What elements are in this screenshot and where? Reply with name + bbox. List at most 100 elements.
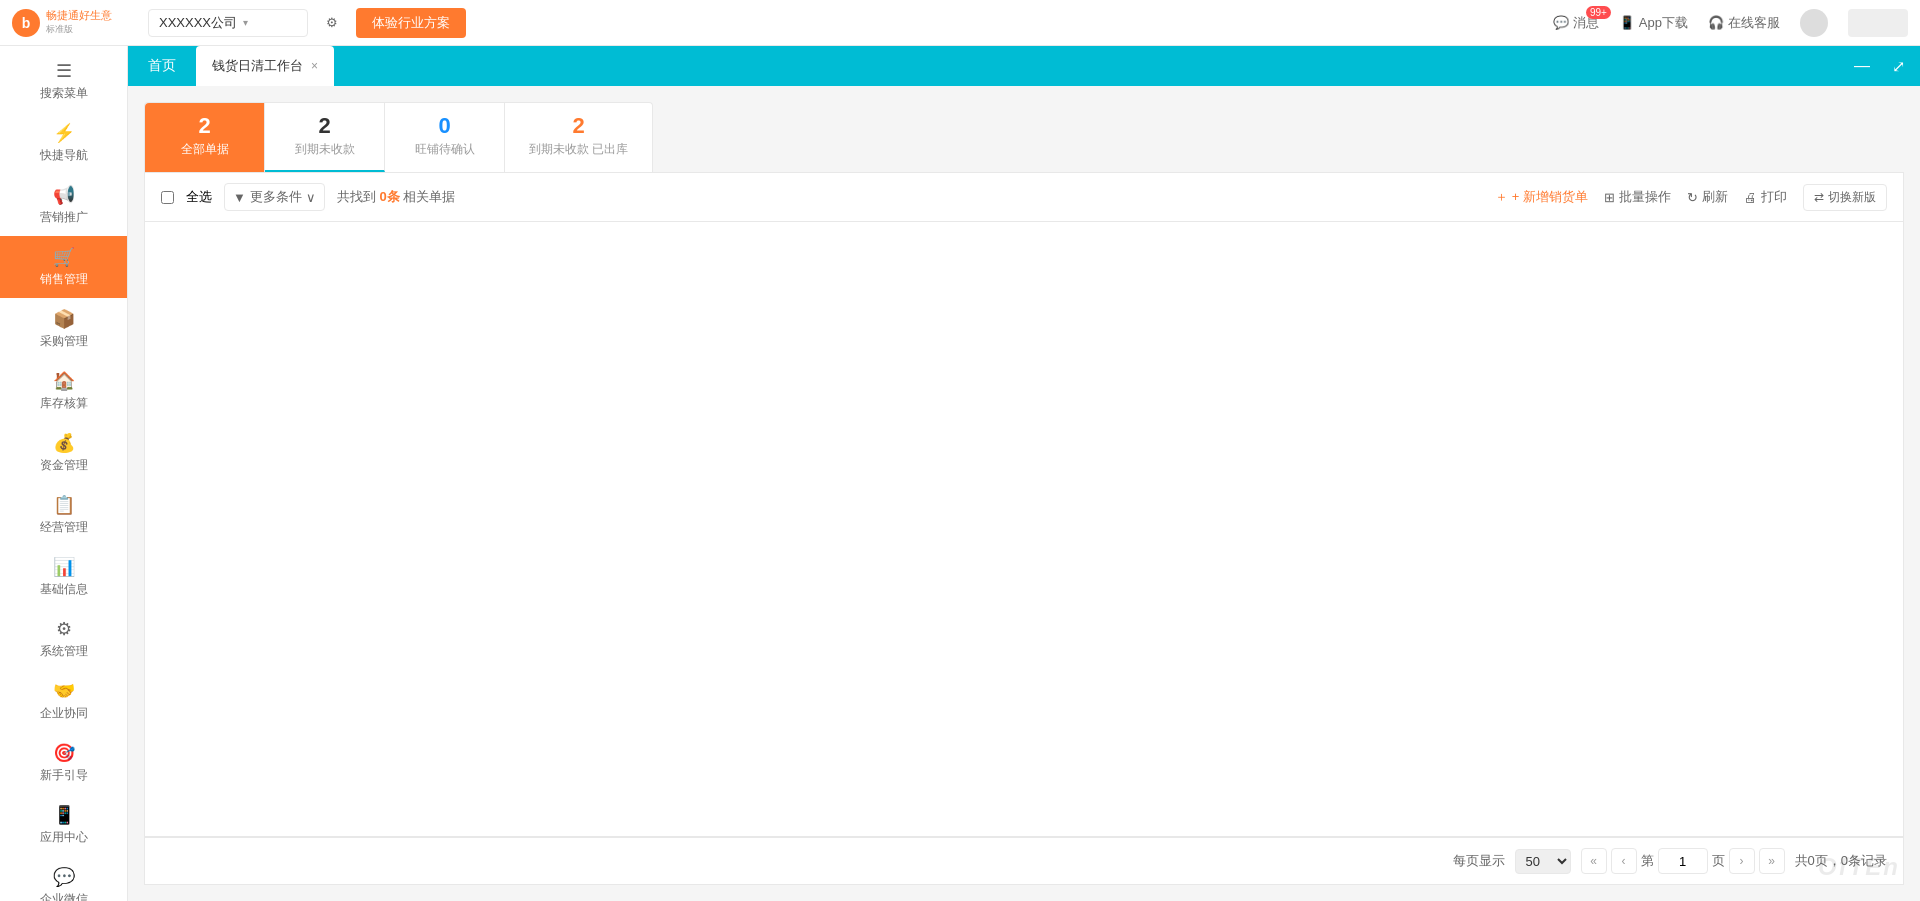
sales-icon: 🛒 <box>53 246 75 268</box>
sidebar-item-wechat[interactable]: 💬 企业微信 <box>0 856 127 901</box>
sidebar-label-app-center: 应用中心 <box>40 829 88 846</box>
add-icon: ＋ <box>1495 188 1508 206</box>
filter-button[interactable]: ▼ 更多条件 ∨ <box>224 183 325 211</box>
toolbar: 全选 ▼ 更多条件 ∨ 共找到 0条 相关单据 ＋ + 新增销货单 <box>144 172 1904 222</box>
logo-icon: b <box>12 9 40 37</box>
online-service-nav-item[interactable]: 🎧 在线客服 <box>1708 14 1780 32</box>
print-icon: 🖨 <box>1744 190 1757 205</box>
purchase-icon: 📦 <box>53 308 75 330</box>
sidebar: ☰ 搜索菜单 ⚡ 快捷导航 📢 营销推广 🛒 销售管理 📦 采购管理 🏠 库存核… <box>0 46 128 901</box>
marketing-icon: 📢 <box>53 184 75 206</box>
tab-home[interactable]: 首页 <box>128 46 196 86</box>
sidebar-item-base-info[interactable]: 📊 基础信息 <box>0 546 127 608</box>
top-navbar: b 畅捷通好生意 标准版 XXXXXX公司 ▾ ⚙ 体验行业方案 💬 消息 99… <box>0 0 1920 46</box>
tab-expand-button[interactable]: ⤢ <box>1884 52 1912 80</box>
message-icon: 💬 <box>1553 15 1569 30</box>
sidebar-item-search[interactable]: ☰ 搜索菜单 <box>0 50 127 112</box>
sidebar-label-sales: 销售管理 <box>40 271 88 288</box>
newbie-icon: 🎯 <box>53 742 75 764</box>
stat-label-overdue-shipped: 到期未收款 已出库 <box>529 141 628 158</box>
company-selector[interactable]: XXXXXX公司 ▾ <box>148 9 308 37</box>
stat-tab-overdue[interactable]: 2 到期未收款 <box>265 103 385 172</box>
sidebar-item-enterprise[interactable]: 🤝 企业协同 <box>0 670 127 732</box>
system-icon: ⚙ <box>56 618 72 640</box>
sidebar-item-sales[interactable]: 🛒 销售管理 <box>0 236 127 298</box>
refresh-button[interactable]: ↻ 刷新 <box>1687 188 1728 206</box>
message-nav-item[interactable]: 💬 消息 99+ <box>1553 14 1599 32</box>
dropdown-arrow-icon: ▾ <box>243 17 248 28</box>
main-layout: ☰ 搜索菜单 ⚡ 快捷导航 📢 营销推广 🛒 销售管理 📦 采购管理 🏠 库存核… <box>0 46 1920 901</box>
stat-number-overdue: 2 <box>289 115 360 137</box>
prev-page-icon: ‹ <box>1622 854 1626 868</box>
finance-icon: 💰 <box>53 432 75 454</box>
operations-icon: 📋 <box>53 494 75 516</box>
sidebar-item-marketing[interactable]: 📢 营销推广 <box>0 174 127 236</box>
sidebar-item-app-center[interactable]: 📱 应用中心 <box>0 794 127 856</box>
pagination: 每页显示 10 20 50 100 « ‹ 第 页 <box>144 837 1904 885</box>
sidebar-label-search: 搜索菜单 <box>40 85 88 102</box>
batch-icon: ⊞ <box>1604 190 1615 205</box>
page-input[interactable] <box>1658 848 1708 874</box>
table-area <box>144 222 1904 837</box>
first-page-button[interactable]: « <box>1581 848 1607 874</box>
tab-minimize-button[interactable]: — <box>1848 52 1876 80</box>
filter-icon: ▼ <box>233 190 246 205</box>
page-suffix: 页 <box>1712 852 1725 870</box>
stat-tab-all[interactable]: 2 全部单据 <box>145 103 265 172</box>
trial-button[interactable]: 体验行业方案 <box>356 8 466 38</box>
logo-badge: 标准版 <box>46 23 112 36</box>
sidebar-label-inventory: 库存核算 <box>40 395 88 412</box>
user-panel[interactable] <box>1848 9 1908 37</box>
stat-number-wangpu: 0 <box>409 115 480 137</box>
app-center-icon: 📱 <box>53 804 75 826</box>
tab-active-workbench[interactable]: 钱货日清工作台 × <box>196 46 334 86</box>
page-content: 2 全部单据 2 到期未收款 0 旺铺待确认 2 到期未收款 已出库 <box>128 86 1920 901</box>
sidebar-item-newbie[interactable]: 🎯 新手引导 <box>0 732 127 794</box>
switch-version-button[interactable]: ⇄ 切换新版 <box>1803 184 1887 211</box>
found-count: 0条 <box>380 189 400 204</box>
page-size-label: 每页显示 <box>1453 852 1505 870</box>
sidebar-label-purchase: 采购管理 <box>40 333 88 350</box>
content-area: 首页 钱货日清工作台 × — ⤢ 2 全部单据 <box>128 46 1920 901</box>
first-page-icon: « <box>1590 854 1597 868</box>
search-menu-icon: ☰ <box>56 60 72 82</box>
filter-dropdown-icon: ∨ <box>306 190 316 205</box>
add-sales-button[interactable]: ＋ + 新增销货单 <box>1495 188 1588 206</box>
last-page-button[interactable]: » <box>1759 848 1785 874</box>
sidebar-item-operations[interactable]: 📋 经营管理 <box>0 484 127 546</box>
sidebar-item-finance[interactable]: 💰 资金管理 <box>0 422 127 484</box>
page-size-select[interactable]: 10 20 50 100 <box>1515 849 1571 874</box>
sidebar-item-inventory[interactable]: 🏠 库存核算 <box>0 360 127 422</box>
print-button[interactable]: 🖨 打印 <box>1744 188 1787 206</box>
sidebar-label-base-info: 基础信息 <box>40 581 88 598</box>
tab-close-button[interactable]: × <box>311 59 318 73</box>
sidebar-label-wechat: 企业微信 <box>40 891 88 901</box>
page-nav: « ‹ 第 页 › » <box>1581 848 1785 874</box>
stat-number-all: 2 <box>169 115 240 137</box>
sidebar-item-quick-nav[interactable]: ⚡ 快捷导航 <box>0 112 127 174</box>
page-label: 第 <box>1641 852 1654 870</box>
quick-nav-icon: ⚡ <box>53 122 75 144</box>
company-name: XXXXXX公司 <box>159 14 237 32</box>
sidebar-label-marketing: 营销推广 <box>40 209 88 226</box>
sidebar-item-purchase[interactable]: 📦 采购管理 <box>0 298 127 360</box>
navbar-right: 💬 消息 99+ 📱 App下载 🎧 在线客服 <box>1553 9 1908 37</box>
sidebar-item-system[interactable]: ⚙ 系统管理 <box>0 608 127 670</box>
batch-operation-button[interactable]: ⊞ 批量操作 <box>1604 188 1671 206</box>
app-download-nav-item[interactable]: 📱 App下载 <box>1619 14 1688 32</box>
inventory-icon: 🏠 <box>53 370 75 392</box>
prev-page-button[interactable]: ‹ <box>1611 848 1637 874</box>
tab-bar: 首页 钱货日清工作台 × — ⤢ <box>128 46 1920 86</box>
logo-area: b 畅捷通好生意 标准版 <box>12 9 140 37</box>
stat-label-overdue: 到期未收款 <box>289 141 360 158</box>
stats-tabs: 2 全部单据 2 到期未收款 0 旺铺待确认 2 到期未收款 已出库 <box>144 102 653 172</box>
select-all-checkbox[interactable] <box>161 191 174 204</box>
minimize-icon: — <box>1854 57 1870 75</box>
settings-button[interactable]: ⚙ <box>316 7 348 39</box>
stat-tab-wangpu[interactable]: 0 旺铺待确认 <box>385 103 505 172</box>
avatar[interactable] <box>1800 9 1828 37</box>
stat-label-wangpu: 旺铺待确认 <box>409 141 480 158</box>
expand-icon: ⤢ <box>1892 57 1905 76</box>
stat-tab-overdue-shipped[interactable]: 2 到期未收款 已出库 <box>505 103 652 172</box>
next-page-button[interactable]: › <box>1729 848 1755 874</box>
